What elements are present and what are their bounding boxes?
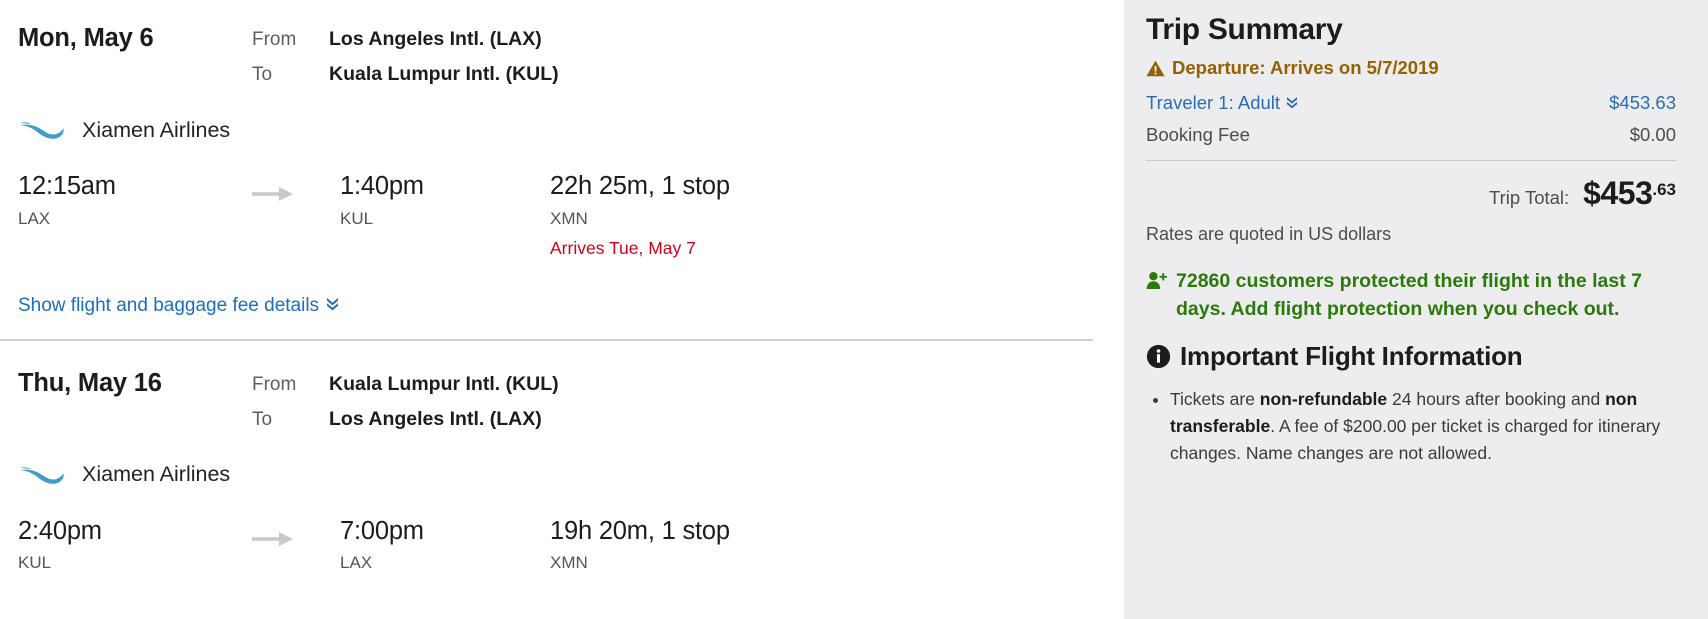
- traveler-label: Traveler 1: Adult: [1146, 92, 1281, 113]
- flight-segment-return: Thu, May 16 From To Kuala Lumpur Intl. (…: [0, 341, 1124, 574]
- traveler-1-expand-link[interactable]: Traveler 1: Adult: [1146, 92, 1298, 114]
- airline-name: Xiamen Airlines: [82, 462, 231, 487]
- from-airport: Los Angeles Intl. (LAX): [329, 28, 542, 50]
- info-heading-text: Important Flight Information: [1180, 341, 1523, 372]
- info-circle-icon: [1146, 344, 1171, 369]
- depart-time: 12:15am: [18, 172, 116, 200]
- warning-triangle-icon: [1146, 60, 1165, 77]
- segment-date: Mon, May 6: [18, 24, 154, 52]
- flight-protection-promo: 72860 customers protected their flight i…: [1146, 268, 1676, 323]
- segment-date: Thu, May 16: [18, 368, 162, 397]
- arrive-airport-code: LAX: [340, 553, 373, 573]
- airline-row: Xiamen Airlines: [18, 459, 1124, 491]
- chevron-double-down-icon: [1286, 96, 1298, 113]
- departure-arrival-warning: Departure: Arrives on 5/7/2019: [1146, 57, 1676, 79]
- from-label: From: [252, 29, 297, 50]
- bullet-bold-1: non-refundable: [1259, 389, 1388, 410]
- trip-total-amount: $453: [1583, 175, 1653, 211]
- to-airport: Los Angeles Intl. (LAX): [329, 407, 542, 430]
- flight-segment-outbound: Mon, May 6 From To Los Angeles Intl. (LA…: [0, 0, 1124, 339]
- bullet-part-2: 24 hours after booking and: [1387, 389, 1606, 410]
- traveler-price-row: Traveler 1: Adult $453.63: [1146, 92, 1676, 114]
- trip-total-row: Trip Total: $453 .63: [1146, 175, 1676, 212]
- times-row: 12:15am LAX 1:40pm KUL 22h 25m, 1 stop X…: [18, 172, 1124, 259]
- stop-airport-code: XMN: [550, 208, 588, 228]
- flight-duration: 22h 25m, 1 stop: [550, 172, 730, 200]
- xiamen-airlines-logo-icon: [18, 463, 80, 487]
- arrive-block: 7:00pm LAX: [340, 517, 550, 574]
- important-flight-information-heading: Important Flight Information: [1146, 341, 1676, 372]
- bullet-part-1: Tickets are: [1170, 389, 1260, 410]
- flight-direction-arrow-icon: [252, 517, 340, 554]
- from-label: From: [252, 373, 297, 395]
- summary-divider: [1146, 160, 1676, 161]
- trip-summary-title: Trip Summary: [1146, 13, 1343, 46]
- itinerary-panel: Mon, May 6 From To Los Angeles Intl. (LA…: [0, 0, 1124, 619]
- list-item: Tickets are non-refundable 24 hours afte…: [1170, 386, 1676, 466]
- times-row: 2:40pm KUL 7:00pm LAX 19h 20m, 1 stop XM…: [18, 517, 1124, 574]
- show-details-label: Show flight and baggage fee details: [18, 294, 320, 316]
- flight-duration: 19h 20m, 1 stop: [550, 516, 730, 545]
- chevron-double-down-icon: [326, 297, 339, 315]
- trip-total-cents: .63: [1652, 180, 1676, 199]
- stop-airport-code: XMN: [550, 553, 588, 573]
- segment-header: Thu, May 16 From To Kuala Lumpur Intl. (…: [18, 367, 1124, 437]
- booking-fee-label: Booking Fee: [1146, 124, 1250, 145]
- airline-row: Xiamen Airlines: [18, 114, 1124, 146]
- to-airport: Kuala Lumpur Intl. (KUL): [329, 63, 559, 85]
- depart-block: 2:40pm KUL: [18, 517, 252, 574]
- arrive-block: 1:40pm KUL: [340, 172, 550, 229]
- people-add-icon: [1146, 268, 1168, 323]
- to-label: To: [252, 64, 273, 85]
- booking-review-page: Mon, May 6 From To Los Angeles Intl. (LA…: [0, 0, 1708, 619]
- booking-fee-row: Booking Fee $0.00: [1146, 124, 1676, 146]
- flight-protection-text: 72860 customers protected their flight i…: [1176, 270, 1642, 320]
- segment-header: Mon, May 6 From To Los Angeles Intl. (LA…: [18, 22, 1124, 92]
- from-to-values: Los Angeles Intl. (LAX) Kuala Lumpur Int…: [329, 22, 559, 92]
- arrive-airport-code: KUL: [340, 208, 374, 228]
- depart-block: 12:15am LAX: [18, 172, 252, 229]
- arrival-day-warning: Arrives Tue, May 7: [550, 237, 696, 258]
- arrive-time: 7:00pm: [340, 516, 424, 545]
- arrive-time: 1:40pm: [340, 172, 424, 200]
- booking-fee-amount: $0.00: [1629, 124, 1676, 145]
- trip-summary-panel: Trip Summary Departure: Arrives on 5/7/2…: [1124, 0, 1708, 619]
- important-info-list: Tickets are non-refundable 24 hours afte…: [1146, 386, 1676, 466]
- depart-time: 2:40pm: [18, 516, 102, 545]
- duration-block: 22h 25m, 1 stop XMN Arrives Tue, May 7: [550, 172, 970, 259]
- depart-airport-code: KUL: [18, 553, 52, 573]
- xiamen-airlines-logo-icon: [18, 118, 80, 142]
- trip-total-label: Trip Total:: [1488, 187, 1570, 208]
- departure-warning-text: Departure: Arrives on 5/7/2019: [1172, 57, 1439, 78]
- rates-currency-note: Rates are quoted in US dollars: [1146, 224, 1392, 244]
- traveler-price: $453.63: [1609, 92, 1676, 113]
- from-to-labels: From To: [252, 22, 329, 92]
- from-airport: Kuala Lumpur Intl. (KUL): [329, 372, 559, 395]
- to-label: To: [252, 408, 273, 430]
- from-to-labels: From To: [252, 367, 329, 437]
- duration-block: 19h 20m, 1 stop XMN: [550, 517, 970, 574]
- depart-airport-code: LAX: [18, 208, 51, 228]
- from-to-values: Kuala Lumpur Intl. (KUL) Los Angeles Int…: [329, 367, 559, 437]
- flight-direction-arrow-icon: [252, 172, 340, 209]
- airline-name: Xiamen Airlines: [82, 117, 231, 142]
- show-flight-baggage-details-link[interactable]: Show flight and baggage fee details: [18, 295, 339, 317]
